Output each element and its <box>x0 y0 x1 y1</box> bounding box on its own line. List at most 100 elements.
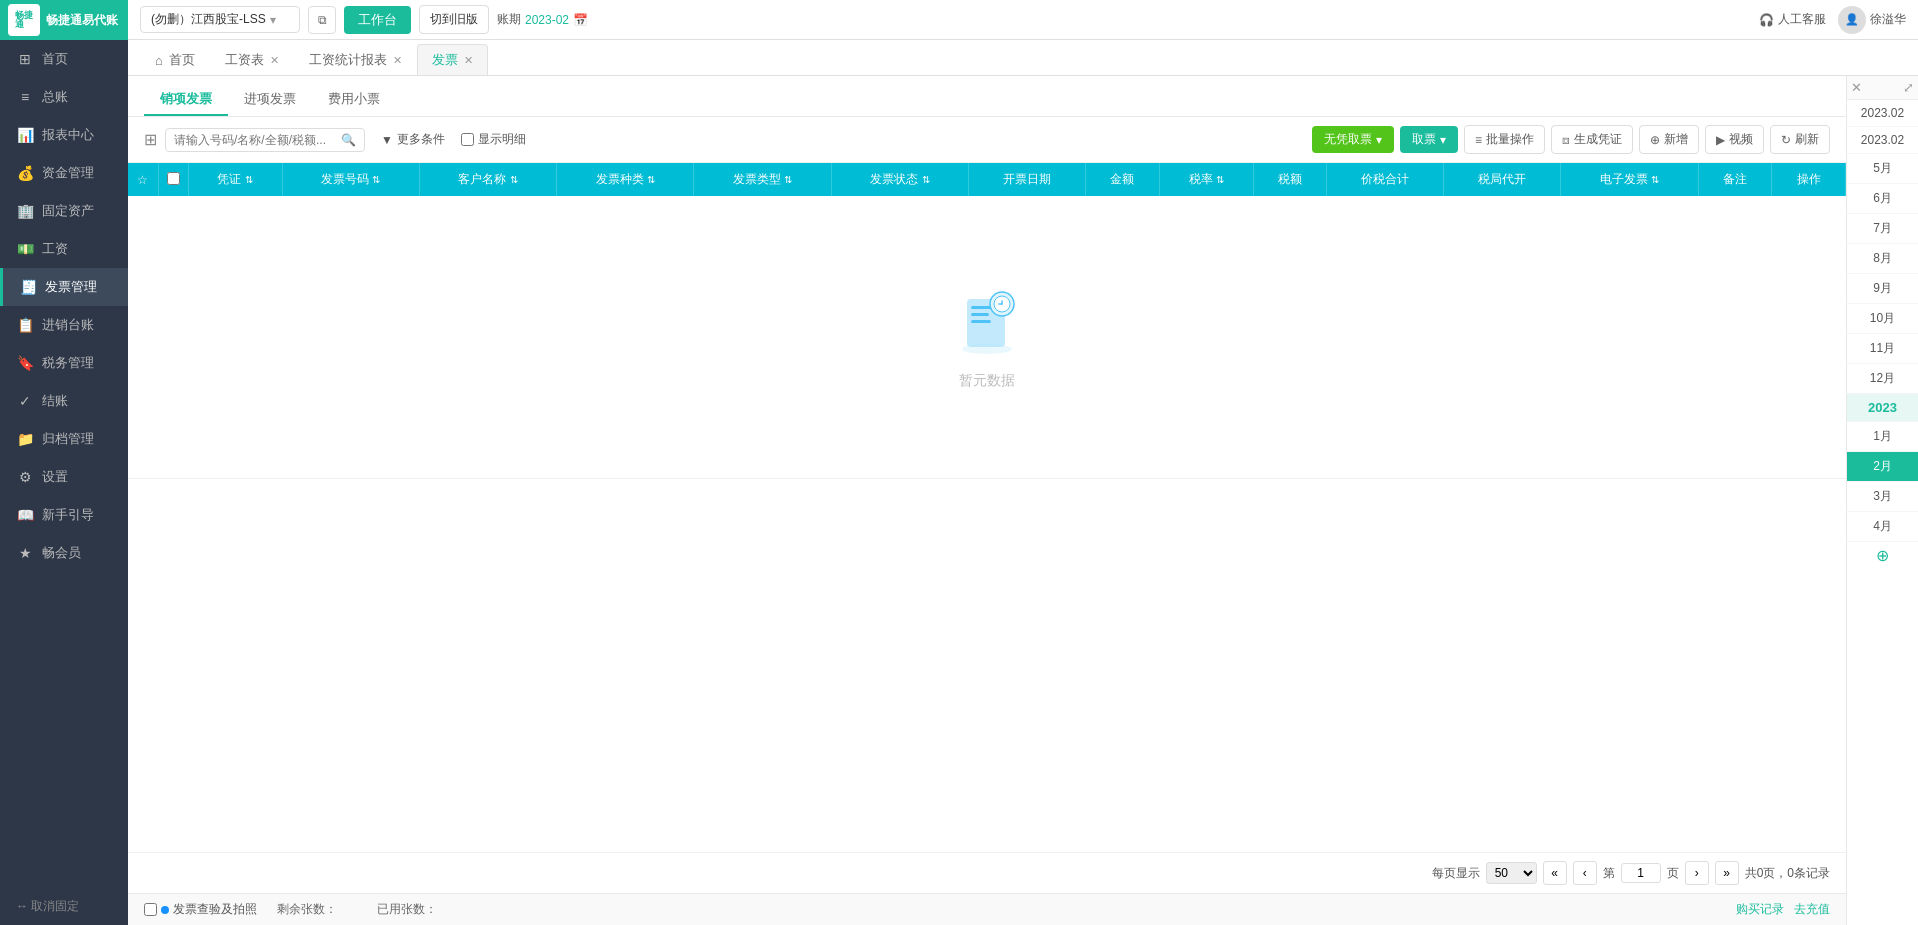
remaining-label: 剩余张数： <box>277 901 337 918</box>
generate-voucher-button[interactable]: ⧈ 生成凭证 <box>1551 125 1633 154</box>
unpin-button[interactable]: ↔ 取消固定 <box>0 888 128 925</box>
th-customer: 客户名称 ⇅ <box>419 163 556 196</box>
home-tab-icon: ⌂ <box>155 53 163 68</box>
sidebar-item-label: 设置 <box>42 468 68 486</box>
date-m7[interactable]: 7月 <box>1847 214 1918 244</box>
sidebar-item-label: 归档管理 <box>42 430 94 448</box>
sort-icon: ⇅ <box>647 174 655 185</box>
take-button[interactable]: 取票 ▾ <box>1400 126 1458 153</box>
company-selector[interactable]: (勿删）江西股宝-LSS ▾ <box>140 6 300 33</box>
date-item-top2[interactable]: 2023.02 <box>1847 127 1918 154</box>
per-page-select[interactable]: 50 20 100 <box>1486 862 1537 884</box>
tab-invoice[interactable]: 发票 ✕ <box>417 44 488 75</box>
assets-icon: 🏢 <box>16 203 34 219</box>
user-profile[interactable]: 👤 徐溢华 <box>1838 6 1906 34</box>
sidebar-item-salary[interactable]: 💵 工资 <box>0 230 128 268</box>
dot-icon <box>161 906 169 914</box>
date-m11[interactable]: 11月 <box>1847 334 1918 364</box>
ai-service-button[interactable]: 🎧 人工客服 <box>1759 11 1826 28</box>
close-panel-icon[interactable]: ✕ <box>1851 80 1862 95</box>
batch-ops-button[interactable]: ≡ 批量操作 <box>1464 125 1545 154</box>
new-button[interactable]: ⊕ 新增 <box>1639 125 1699 154</box>
verify-checkbox[interactable] <box>144 903 157 916</box>
sidebar-item-ledger[interactable]: ≡ 总账 <box>0 78 128 116</box>
scroll-down-indicator: ⊕ <box>1847 542 1918 569</box>
select-all-checkbox[interactable] <box>167 172 180 185</box>
date-m1[interactable]: 1月 <box>1847 422 1918 452</box>
sidebar-item-sales[interactable]: 📋 进销台账 <box>0 306 128 344</box>
date-item-top1[interactable]: 2023.02 <box>1847 100 1918 127</box>
used-label: 已用张数： <box>377 901 437 918</box>
sidebar-item-invoice[interactable]: 🧾 发票管理 <box>0 268 128 306</box>
th-tax-total: 价税合计 <box>1327 163 1444 196</box>
svg-rect-4 <box>971 320 991 323</box>
date-m5[interactable]: 5月 <box>1847 154 1918 184</box>
sidebar-item-member[interactable]: ★ 畅会员 <box>0 534 128 572</box>
workbench-button[interactable]: 工作台 <box>344 6 411 34</box>
tab-home[interactable]: ⌂ 首页 <box>140 44 210 75</box>
search-icon[interactable]: 🔍 <box>341 133 356 147</box>
sidebar-item-home[interactable]: ⊞ 首页 <box>0 40 128 78</box>
page-suffix: 页 <box>1667 865 1679 882</box>
sidebar-item-tax[interactable]: 🔖 税务管理 <box>0 344 128 382</box>
show-detail-check[interactable] <box>461 133 474 146</box>
date-m6[interactable]: 6月 <box>1847 184 1918 214</box>
expand-panel-icon[interactable]: ⤢ <box>1903 80 1914 95</box>
scroll-down-icon[interactable]: ⊕ <box>1876 546 1889 565</box>
grid-view-icon[interactable]: ⊞ <box>144 130 157 149</box>
tab-close-salary[interactable]: ✕ <box>270 54 279 67</box>
sidebar-item-report[interactable]: 📊 报表中心 <box>0 116 128 154</box>
more-conditions-button[interactable]: ▼ 更多条件 <box>373 127 453 152</box>
username: 徐溢华 <box>1870 11 1906 28</box>
tab-close-salary-stats[interactable]: ✕ <box>393 54 402 67</box>
tab-salary[interactable]: 工资表 ✕ <box>210 44 294 75</box>
salary-icon: 💵 <box>16 241 34 257</box>
sidebar-item-settings[interactable]: ⚙ 设置 <box>0 458 128 496</box>
sidebar-item-guide[interactable]: 📖 新手引导 <box>0 496 128 534</box>
period-label: 账期 2023-02 📅 <box>497 11 588 28</box>
prev-page-button[interactable]: ‹ <box>1573 861 1597 885</box>
last-page-button[interactable]: » <box>1715 861 1739 885</box>
video-button[interactable]: ▶ 视频 <box>1705 125 1764 154</box>
date-m4[interactable]: 4月 <box>1847 512 1918 542</box>
th-star: ☆ <box>128 163 158 196</box>
sub-tab-expense[interactable]: 费用小票 <box>312 84 396 116</box>
th-checkbox <box>158 163 188 196</box>
no-voucher-button[interactable]: 无凭取票 ▾ <box>1312 126 1394 153</box>
search-input[interactable] <box>174 133 341 147</box>
date-m12[interactable]: 12月 <box>1847 364 1918 394</box>
show-detail-checkbox[interactable]: 显示明细 <box>461 131 526 148</box>
date-m8[interactable]: 8月 <box>1847 244 1918 274</box>
toolbar: ⊞ 🔍 ▼ 更多条件 显示明细 无凭 <box>128 117 1846 163</box>
sub-tab-sales[interactable]: 销项发票 <box>144 84 228 116</box>
date-m2[interactable]: 2月 <box>1847 452 1918 482</box>
search-box: 🔍 <box>165 128 365 152</box>
recharge-link[interactable]: 去充值 <box>1794 901 1830 918</box>
buy-record-link[interactable]: 购买记录 <box>1736 901 1784 918</box>
tab-close-invoice[interactable]: ✕ <box>464 54 473 67</box>
app-title: 畅捷通易代账 <box>46 13 118 27</box>
switch-version-button[interactable]: 切到旧版 <box>419 5 489 34</box>
sidebar-item-funds[interactable]: 💰 资金管理 <box>0 154 128 192</box>
th-actions: 操作 <box>1772 163 1846 196</box>
invoice-table: ☆ 凭证 ⇅ 发票号码 ⇅ 客户名称 <box>128 163 1846 479</box>
sidebar-item-archive[interactable]: 📁 归档管理 <box>0 420 128 458</box>
refresh-button[interactable]: ↻ 刷新 <box>1770 125 1830 154</box>
next-page-button[interactable]: › <box>1685 861 1709 885</box>
sidebar-item-close[interactable]: ✓ 结账 <box>0 382 128 420</box>
date-m10[interactable]: 10月 <box>1847 304 1918 334</box>
tab-salary-stats[interactable]: 工资统计报表 ✕ <box>294 44 417 75</box>
empty-state: 暂元数据 <box>136 204 1838 470</box>
page-input[interactable] <box>1621 863 1661 883</box>
copy-button[interactable]: ⧉ <box>308 6 336 34</box>
first-page-button[interactable]: « <box>1543 861 1567 885</box>
per-page-label: 每页显示 <box>1432 865 1480 882</box>
date-m9[interactable]: 9月 <box>1847 274 1918 304</box>
avatar: 👤 <box>1838 6 1866 34</box>
sidebar-item-label: 固定资产 <box>42 202 94 220</box>
empty-illustration <box>947 284 1027 364</box>
sub-tab-purchase[interactable]: 进项发票 <box>228 84 312 116</box>
sidebar-item-assets[interactable]: 🏢 固定资产 <box>0 192 128 230</box>
user-icon: 👤 <box>1845 13 1859 26</box>
date-m3[interactable]: 3月 <box>1847 482 1918 512</box>
